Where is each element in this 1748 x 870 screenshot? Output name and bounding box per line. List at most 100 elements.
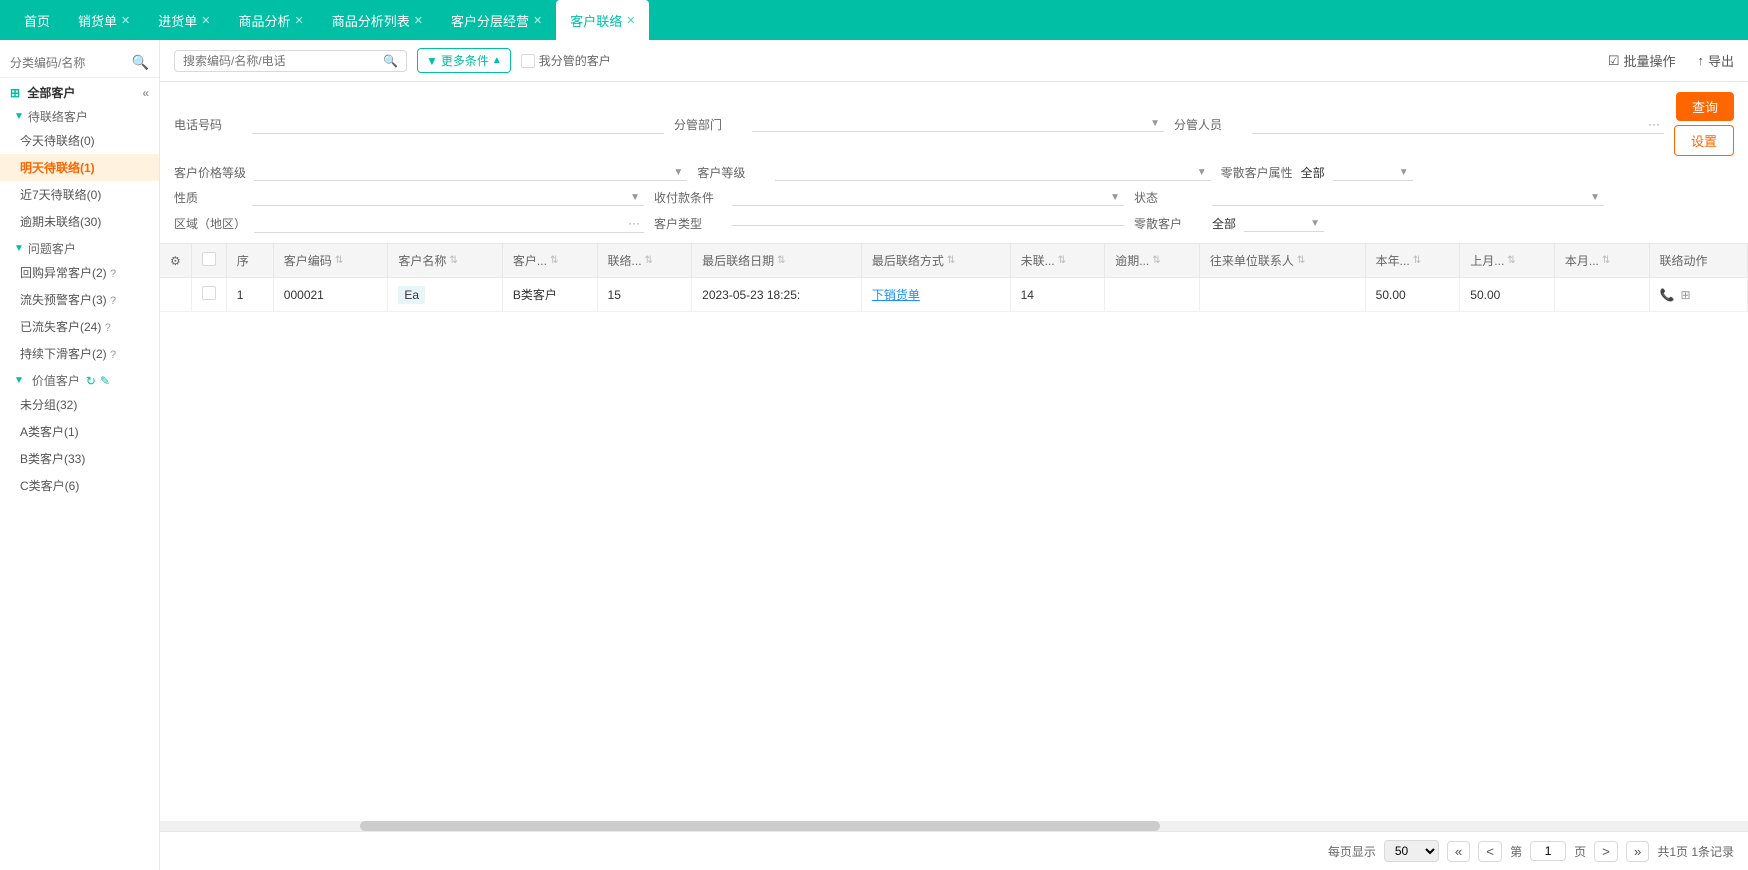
th-type[interactable]: 客户...⇅ <box>502 244 597 278</box>
nav-close-sales[interactable]: ✕ <box>121 14 130 27</box>
row-check[interactable] <box>191 278 226 312</box>
phone-icon[interactable]: 📞 <box>1660 288 1675 302</box>
customer-type-select[interactable] <box>732 221 1124 226</box>
th-check[interactable] <box>191 244 226 278</box>
my-customer-checkbox[interactable]: 我分管的客户 <box>521 52 611 69</box>
sidebar-item-class-a[interactable]: A类客户(1) <box>0 418 159 445</box>
sidebar-search-icon[interactable]: 🔍 <box>132 54 149 71</box>
nav-close-customer-contact[interactable]: ✕ <box>626 14 635 27</box>
payment-select[interactable]: ▼ <box>732 190 1124 206</box>
status-select[interactable]: ▼ <box>1212 190 1604 206</box>
nav-close-product-analysis-list[interactable]: ✕ <box>414 14 423 27</box>
prev-page-btn[interactable]: < <box>1478 841 1502 862</box>
scrollbar-thumb[interactable] <box>360 821 1160 831</box>
th-no-contact[interactable]: 未联...⇅ <box>1010 244 1105 278</box>
nav-product-analysis-list[interactable]: 商品分析列表 ✕ <box>318 0 437 40</box>
sidebar-item-churn-warning[interactable]: 流失预警客户(3) ? <box>0 286 159 313</box>
sidebar-item-declining[interactable]: 持续下滑客户(2) ? <box>0 340 159 367</box>
row-name[interactable]: Ea <box>388 278 503 312</box>
sort-icon-overdue: ⇅ <box>1152 255 1160 266</box>
nav-customer-tier[interactable]: 客户分层经营 ✕ <box>437 0 556 40</box>
nature-select[interactable]: ▼ <box>252 190 644 206</box>
filter-customer-type: 客户类型 <box>654 215 1124 232</box>
th-code[interactable]: 客户编码⇅ <box>273 244 388 278</box>
sidebar-item-ungrouped[interactable]: 未分组(32) <box>0 391 159 418</box>
group-title-problem[interactable]: ▼ 问题客户 <box>0 235 159 259</box>
first-page-btn[interactable]: « <box>1447 841 1470 862</box>
table-row: 1 000021 Ea B类客户 15 2023-05-23 18:25: 下销… <box>160 278 1748 312</box>
collapse-icon: « <box>142 86 149 100</box>
main-search-icon[interactable]: 🔍 <box>383 54 398 68</box>
th-overdue[interactable]: 逾期...⇅ <box>1105 244 1200 278</box>
nav-close-product-analysis[interactable]: ✕ <box>295 14 304 27</box>
th-index: 序 <box>226 244 273 278</box>
sidebar-item-repurchase-abnormal[interactable]: 回购异常客户(2) ? <box>0 259 159 286</box>
page-number-input[interactable] <box>1530 841 1566 861</box>
row-gear[interactable] <box>160 278 191 312</box>
sidebar-item-today-contact[interactable]: 今天待联络(0) <box>0 127 159 154</box>
sidebar-search-input[interactable] <box>10 56 132 70</box>
person-select[interactable]: ··· <box>1252 115 1664 134</box>
th-name[interactable]: 客户名称⇅ <box>388 244 503 278</box>
edit-icon[interactable]: ✎ <box>100 374 110 388</box>
nav-home[interactable]: 首页 <box>10 0 64 40</box>
group-title-pending[interactable]: ▼ 待联络客户 <box>0 103 159 127</box>
nav-purchase[interactable]: 进货单 ✕ <box>144 0 224 40</box>
nav-customer-contact[interactable]: 客户联络 ✕ <box>556 0 649 40</box>
filter-row-3: 性质 ▼ 收付款条件 ▼ 状态 <box>174 189 1734 206</box>
nav-close-purchase[interactable]: ✕ <box>201 14 210 27</box>
per-page-select[interactable]: 50 100 <box>1384 840 1439 862</box>
sidebar-item-churned[interactable]: 已流失客户(24) ? <box>0 313 159 340</box>
row-unit-contact <box>1199 278 1365 312</box>
next-page-btn[interactable]: > <box>1594 841 1618 862</box>
grid-icon: ⊞ <box>10 86 20 100</box>
filter-phone: 电话号码 <box>174 115 664 134</box>
main-search-input[interactable] <box>183 54 383 68</box>
th-contact[interactable]: 联络...⇅ <box>597 244 692 278</box>
phone-input[interactable] <box>252 115 664 134</box>
chevron-down-icon-payment: ▼ <box>1110 192 1120 203</box>
sidebar-item-week-contact[interactable]: 近7天待联络(0) <box>0 181 159 208</box>
th-gear[interactable]: ⚙ <box>160 244 191 278</box>
group-title-value[interactable]: ▼ 价值客户 ↻ ✎ <box>0 367 159 391</box>
price-grade-select[interactable]: ▼ <box>254 165 687 181</box>
more-filter-btn[interactable]: ▼ 更多条件 ▲ <box>417 48 511 73</box>
search-bar: 🔍 ▼ 更多条件 ▲ 我分管的客户 ☑ 批量操作 ↑ 导出 <box>160 40 1748 82</box>
horizontal-scrollbar[interactable] <box>160 821 1748 831</box>
sidebar-search-wrap: 🔍 <box>0 48 159 78</box>
grid-icon-action[interactable]: ⊞ <box>1680 288 1690 302</box>
sidebar-item-class-b[interactable]: B类客户(33) <box>0 445 159 472</box>
th-last-contact-method[interactable]: 最后联络方式⇅ <box>861 244 1010 278</box>
last-page-btn[interactable]: » <box>1626 841 1649 862</box>
th-this-year[interactable]: 本年...⇅ <box>1365 244 1460 278</box>
set-button[interactable]: 设置 <box>1674 125 1734 156</box>
th-last-month[interactable]: 上月...⇅ <box>1460 244 1555 278</box>
sort-icon-type: ⇅ <box>550 255 558 266</box>
hint-icon-2: ? <box>110 295 116 307</box>
sidebar-item-tomorrow-contact[interactable]: 明天待联络(1) <box>0 154 159 181</box>
header-checkbox <box>202 252 216 266</box>
chevron-down-icon-dept: ▼ <box>1150 118 1160 129</box>
th-unit-contact[interactable]: 往来单位联系人⇅ <box>1199 244 1365 278</box>
sidebar-all-customers[interactable]: ⊞ 全部客户 « <box>0 78 159 103</box>
export-btn[interactable]: ↑ 导出 <box>1697 51 1734 70</box>
dept-select[interactable]: ▼ <box>752 116 1164 132</box>
nav-sales[interactable]: 销货单 ✕ <box>64 0 144 40</box>
batch-op-btn[interactable]: ☑ 批量操作 <box>1608 51 1676 70</box>
retail-customer-select[interactable]: ▼ <box>1244 216 1324 232</box>
sidebar-item-class-c[interactable]: C类客户(6) <box>0 472 159 499</box>
row-code[interactable]: 000021 <box>273 278 388 312</box>
row-checkbox <box>202 286 216 300</box>
query-button[interactable]: 查询 <box>1676 92 1734 121</box>
row-last-contact-method[interactable]: 下销货单 <box>861 278 1010 312</box>
customer-level-select[interactable]: ▼ <box>775 165 1210 181</box>
hint-icon-4: ? <box>110 349 116 361</box>
th-this-month[interactable]: 本月...⇅ <box>1554 244 1649 278</box>
nav-product-analysis[interactable]: 商品分析 ✕ <box>224 0 317 40</box>
region-select[interactable]: ··· <box>254 214 644 233</box>
refresh-icon[interactable]: ↻ <box>86 374 96 388</box>
th-last-contact-date[interactable]: 最后联络日期⇅ <box>692 244 862 278</box>
retail-attr-select[interactable]: ▼ <box>1333 165 1413 181</box>
sidebar-item-overdue-contact[interactable]: 逾期未联络(30) <box>0 208 159 235</box>
nav-close-customer-tier[interactable]: ✕ <box>533 14 542 27</box>
